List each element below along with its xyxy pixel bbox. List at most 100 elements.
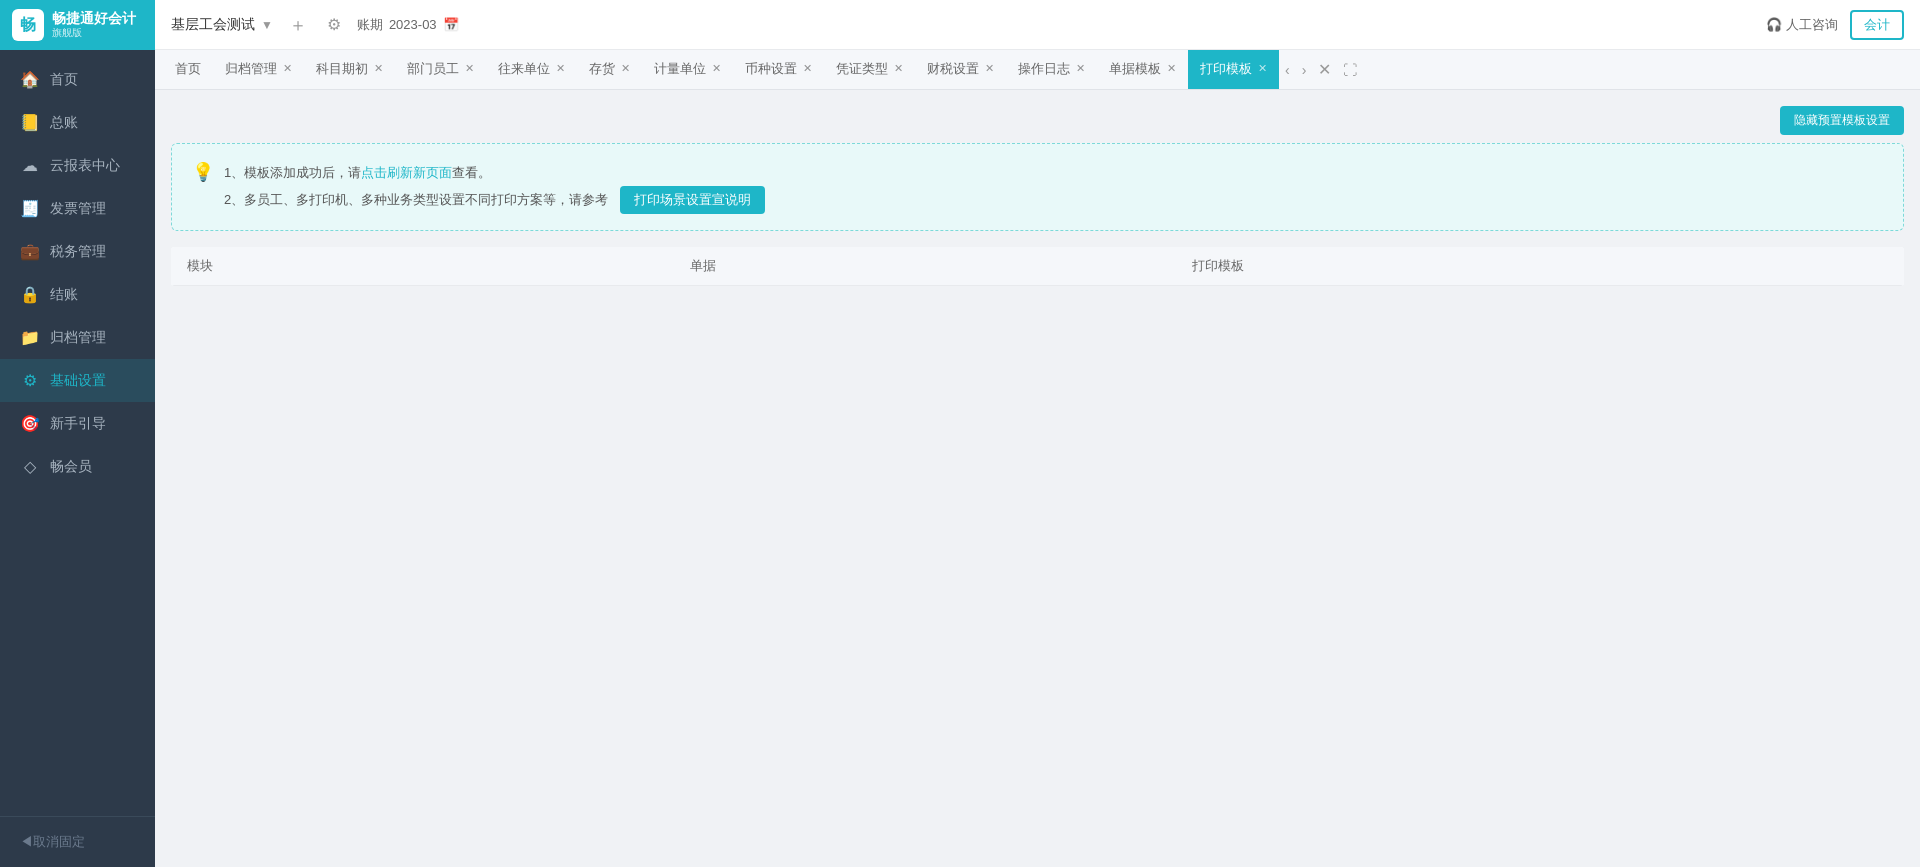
tab-oplog-close[interactable]: ✕ bbox=[1076, 62, 1085, 75]
sidebar-item-settings[interactable]: ⚙ 基础设置 bbox=[0, 359, 155, 402]
main-area: 基层工会测试 ▼ ＋ ⚙ 账期 2023-03 📅 🎧 人工咨询 会计 首页 归… bbox=[155, 0, 1920, 867]
tab-print[interactable]: 打印模板 ✕ bbox=[1188, 50, 1279, 90]
user-role-button[interactable]: 会计 bbox=[1850, 10, 1904, 40]
tab-home[interactable]: 首页 bbox=[163, 50, 213, 90]
tab-subject-label: 科目期初 bbox=[316, 60, 368, 78]
sidebar-item-tax-label: 税务管理 bbox=[50, 243, 106, 261]
tab-unit-label: 计量单位 bbox=[654, 60, 706, 78]
archive-icon: 📁 bbox=[20, 328, 40, 347]
tab-template[interactable]: 单据模板 ✕ bbox=[1097, 50, 1188, 90]
tab-taxsettings-close[interactable]: ✕ bbox=[985, 62, 994, 75]
tab-dept[interactable]: 部门员工 ✕ bbox=[395, 50, 486, 90]
close-month-icon: 🔒 bbox=[20, 285, 40, 304]
tab-taxsettings[interactable]: 财税设置 ✕ bbox=[915, 50, 1006, 90]
tab-template-close[interactable]: ✕ bbox=[1167, 62, 1176, 75]
invoice-icon: 🧾 bbox=[20, 199, 40, 218]
tab-unit-close[interactable]: ✕ bbox=[712, 62, 721, 75]
sidebar-item-member[interactable]: ◇ 畅会员 bbox=[0, 445, 155, 488]
sidebar-item-member-label: 畅会员 bbox=[50, 458, 92, 476]
guide-icon: 🎯 bbox=[20, 414, 40, 433]
calendar-icon[interactable]: 📅 bbox=[443, 17, 459, 32]
sidebar-item-tax[interactable]: 💼 税务管理 bbox=[0, 230, 155, 273]
org-chevron-icon: ▼ bbox=[261, 18, 273, 32]
sidebar-item-settings-label: 基础设置 bbox=[50, 372, 106, 390]
topbar: 基层工会测试 ▼ ＋ ⚙ 账期 2023-03 📅 🎧 人工咨询 会计 bbox=[155, 0, 1920, 50]
tab-customer-label: 往来单位 bbox=[498, 60, 550, 78]
tab-next-button[interactable]: › bbox=[1296, 58, 1313, 82]
info-box: 💡 1、模板添加成功后，请点击刷新新页面查看。 2、多员工、多打印机、多种业务类… bbox=[171, 143, 1904, 231]
tab-unit[interactable]: 计量单位 ✕ bbox=[642, 50, 733, 90]
topbar-gear-icon[interactable]: ⚙ bbox=[323, 11, 345, 38]
logo-icon: 畅 bbox=[12, 9, 44, 41]
info-line1-post: 查看。 bbox=[452, 165, 491, 180]
tab-inventory-close[interactable]: ✕ bbox=[621, 62, 630, 75]
sidebar-unpin[interactable]: ◀取消固定 bbox=[0, 816, 155, 867]
tab-dept-close[interactable]: ✕ bbox=[465, 62, 474, 75]
tab-taxsettings-label: 财税设置 bbox=[927, 60, 979, 78]
sidebar-item-ledger[interactable]: 📒 总账 bbox=[0, 101, 155, 144]
sidebar: 畅 畅捷通好会计 旗舰版 🏠 首页 📒 总账 ☁ 云报表中心 🧾 发票管理 💼 … bbox=[0, 0, 155, 867]
tab-expand-button[interactable]: ⛶ bbox=[1337, 58, 1363, 82]
print-template-table: 模块 单据 打印模板 bbox=[171, 247, 1904, 286]
print-scene-button[interactable]: 打印场景设置宣说明 bbox=[620, 186, 765, 214]
col-template: 打印模板 bbox=[1176, 247, 1904, 286]
app-logo: 畅 畅捷通好会计 旗舰版 bbox=[0, 0, 155, 50]
tab-subject-close[interactable]: ✕ bbox=[374, 62, 383, 75]
tab-customer[interactable]: 往来单位 ✕ bbox=[486, 50, 577, 90]
sidebar-item-home-label: 首页 bbox=[50, 71, 78, 89]
tab-currency-label: 币种设置 bbox=[745, 60, 797, 78]
sidebar-nav: 🏠 首页 📒 总账 ☁ 云报表中心 🧾 发票管理 💼 税务管理 🔒 结账 📁 归… bbox=[0, 50, 155, 816]
info-line2: 2、多员工、多打印机、多种业务类型设置不同打印方案等，请参考 打印场景设置宣说明 bbox=[224, 186, 765, 214]
tab-inventory[interactable]: 存货 ✕ bbox=[577, 50, 642, 90]
sidebar-item-reports[interactable]: ☁ 云报表中心 bbox=[0, 144, 155, 187]
tab-voucher-label: 凭证类型 bbox=[836, 60, 888, 78]
tab-print-label: 打印模板 bbox=[1200, 60, 1252, 78]
tab-currency[interactable]: 币种设置 ✕ bbox=[733, 50, 824, 90]
member-icon: ◇ bbox=[20, 457, 40, 476]
info-line1: 1、模板添加成功后，请点击刷新新页面查看。 bbox=[224, 160, 765, 186]
sidebar-item-invoice[interactable]: 🧾 发票管理 bbox=[0, 187, 155, 230]
tab-currency-close[interactable]: ✕ bbox=[803, 62, 812, 75]
hide-template-button[interactable]: 隐藏预置模板设置 bbox=[1780, 106, 1904, 135]
tab-archive-label: 归档管理 bbox=[225, 60, 277, 78]
col-module: 模块 bbox=[171, 247, 674, 286]
app-name: 畅捷通好会计 bbox=[52, 10, 136, 27]
settings-icon: ⚙ bbox=[20, 371, 40, 390]
tab-inventory-label: 存货 bbox=[589, 60, 615, 78]
support-label: 人工咨询 bbox=[1786, 16, 1838, 34]
tab-customer-close[interactable]: ✕ bbox=[556, 62, 565, 75]
period-value: 2023-03 bbox=[389, 17, 437, 32]
sidebar-item-ledger-label: 总账 bbox=[50, 114, 78, 132]
refresh-link[interactable]: 点击刷新新页面 bbox=[361, 165, 452, 180]
add-tab-button[interactable]: ＋ bbox=[285, 9, 311, 41]
sidebar-item-guide-label: 新手引导 bbox=[50, 415, 106, 433]
topbar-right: 🎧 人工咨询 会计 bbox=[1766, 10, 1904, 40]
tab-archive-close[interactable]: ✕ bbox=[283, 62, 292, 75]
bulb-icon: 💡 bbox=[192, 161, 214, 183]
headset-icon: 🎧 bbox=[1766, 17, 1782, 32]
tab-prev-button[interactable]: ‹ bbox=[1279, 58, 1296, 82]
tabbar: 首页 归档管理 ✕ 科目期初 ✕ 部门员工 ✕ 往来单位 ✕ 存货 ✕ 计量单位… bbox=[155, 50, 1920, 90]
home-icon: 🏠 bbox=[20, 70, 40, 89]
tab-close-all-button[interactable]: ✕ bbox=[1312, 56, 1337, 83]
tab-voucher[interactable]: 凭证类型 ✕ bbox=[824, 50, 915, 90]
sidebar-item-close[interactable]: 🔒 结账 bbox=[0, 273, 155, 316]
tab-archive[interactable]: 归档管理 ✕ bbox=[213, 50, 304, 90]
sidebar-item-archive[interactable]: 📁 归档管理 bbox=[0, 316, 155, 359]
period-display: 账期 2023-03 📅 bbox=[357, 16, 459, 34]
tab-print-close[interactable]: ✕ bbox=[1258, 62, 1267, 75]
col-doc: 单据 bbox=[674, 247, 1177, 286]
unpin-label: ◀取消固定 bbox=[20, 833, 85, 851]
support-button[interactable]: 🎧 人工咨询 bbox=[1766, 16, 1838, 34]
tab-home-label: 首页 bbox=[175, 60, 201, 78]
org-selector[interactable]: 基层工会测试 ▼ bbox=[171, 16, 273, 34]
tab-oplog[interactable]: 操作日志 ✕ bbox=[1006, 50, 1097, 90]
info-line1-pre: 1、模板添加成功后，请 bbox=[224, 165, 361, 180]
sidebar-item-guide[interactable]: 🎯 新手引导 bbox=[0, 402, 155, 445]
period-label: 账期 bbox=[357, 16, 383, 34]
tab-dept-label: 部门员工 bbox=[407, 60, 459, 78]
tab-voucher-close[interactable]: ✕ bbox=[894, 62, 903, 75]
tab-subject[interactable]: 科目期初 ✕ bbox=[304, 50, 395, 90]
ledger-icon: 📒 bbox=[20, 113, 40, 132]
sidebar-item-home[interactable]: 🏠 首页 bbox=[0, 58, 155, 101]
